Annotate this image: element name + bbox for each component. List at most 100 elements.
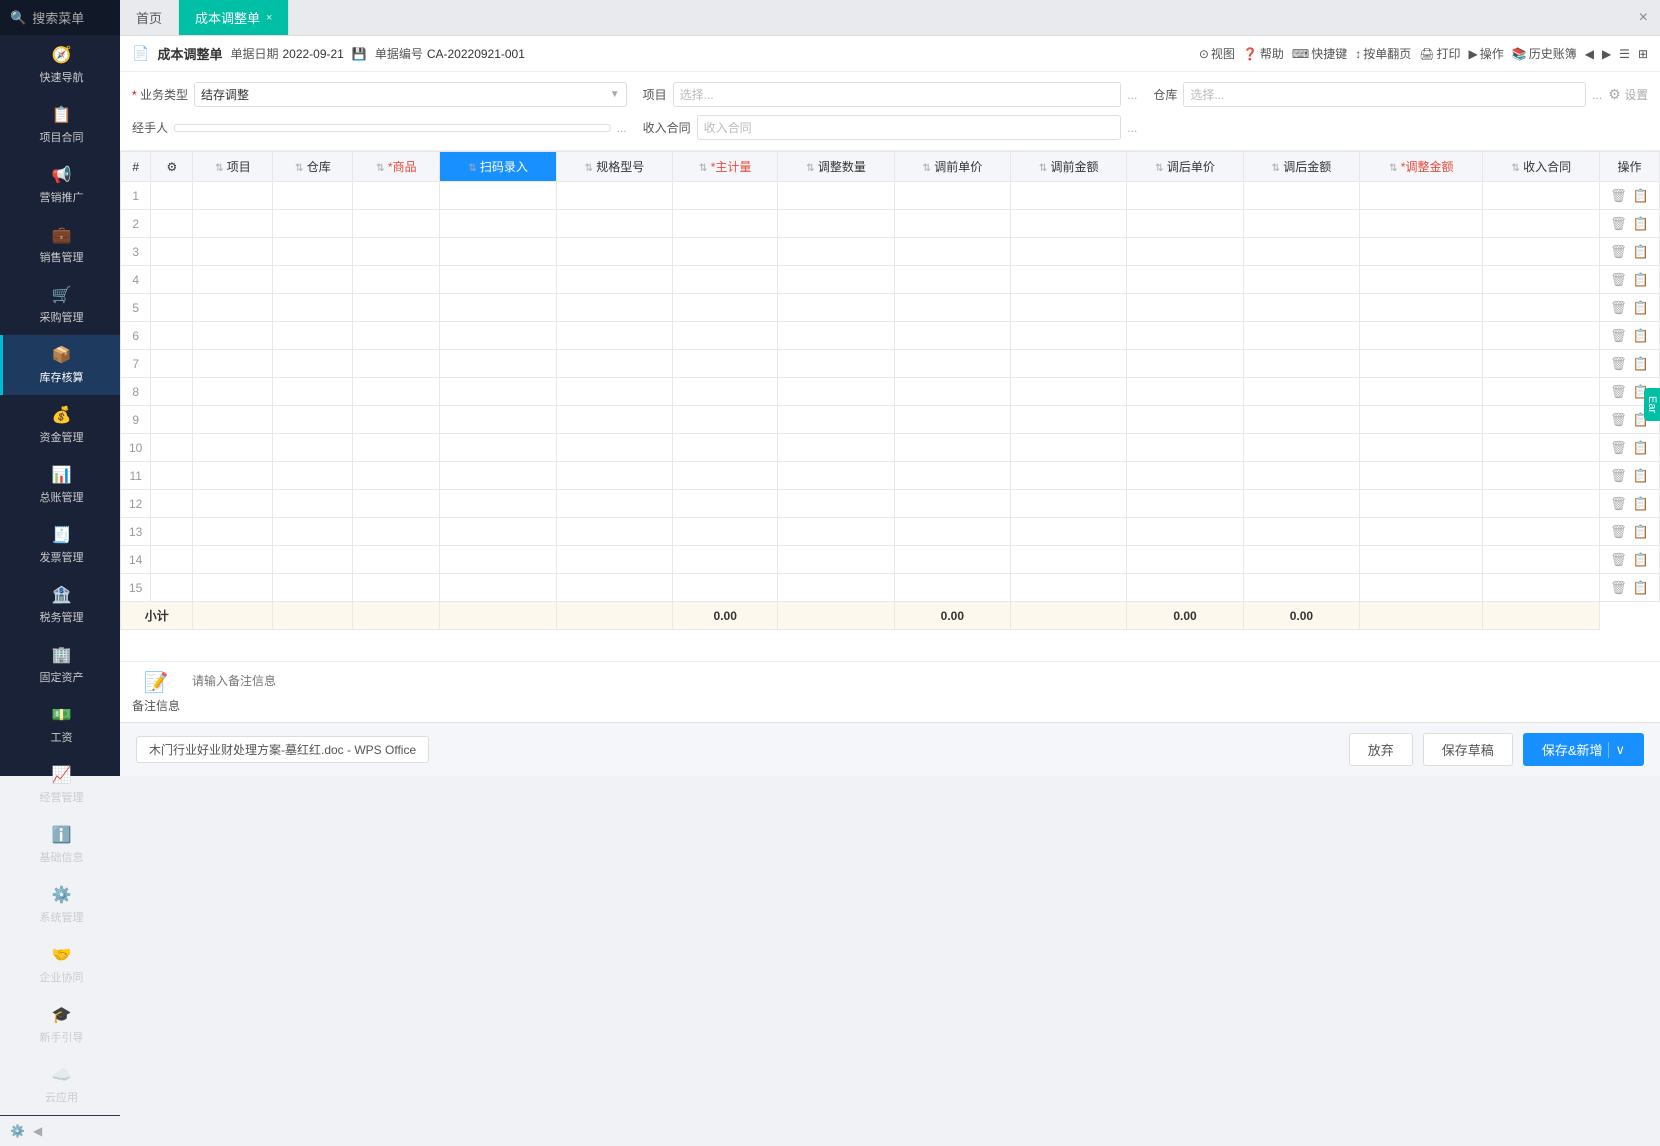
cell-product[interactable] [353, 434, 440, 462]
cell-settings[interactable] [151, 210, 193, 238]
cell-after_amount[interactable] [1243, 294, 1359, 322]
cell-spec[interactable] [556, 294, 672, 322]
sort-icon[interactable]: ⇅ [1039, 163, 1047, 174]
delete-icon[interactable]: 🗑 [1610, 524, 1627, 540]
cell-settings[interactable] [151, 182, 193, 210]
cell-scan[interactable] [440, 210, 556, 238]
cell-after_price[interactable] [1127, 378, 1243, 406]
cell-prev_amount[interactable] [1011, 182, 1127, 210]
cell-after_amount[interactable] [1243, 266, 1359, 294]
cell-adjust_amount[interactable] [1360, 546, 1483, 574]
delete-icon[interactable]: 🗑 [1610, 356, 1627, 372]
cell-prev_price[interactable] [894, 546, 1010, 574]
cell-scan[interactable] [440, 182, 556, 210]
cell-income_contract[interactable] [1483, 182, 1600, 210]
cell-prev_amount[interactable] [1011, 238, 1127, 266]
handler-select[interactable] [174, 124, 611, 132]
delete-icon[interactable]: 🗑 [1610, 384, 1627, 400]
cell-scan[interactable] [440, 490, 556, 518]
cell-unit[interactable] [673, 322, 778, 350]
cell-prev_amount[interactable] [1011, 518, 1127, 546]
copy-icon[interactable]: 📋 [1633, 216, 1649, 232]
cell-warehouse[interactable] [273, 182, 353, 210]
cell-adjust_amount[interactable] [1360, 378, 1483, 406]
cell-spec[interactable] [556, 350, 672, 378]
cell-warehouse[interactable] [273, 462, 353, 490]
cell-product[interactable] [353, 378, 440, 406]
cell-spec[interactable] [556, 546, 672, 574]
cell-product[interactable] [353, 406, 440, 434]
copy-icon[interactable]: 📋 [1633, 328, 1649, 344]
cell-after_price[interactable] [1127, 266, 1243, 294]
cell-adjust_amount[interactable] [1360, 574, 1483, 602]
cell-prev_amount[interactable] [1011, 322, 1127, 350]
cell-settings[interactable] [151, 322, 193, 350]
cell-product[interactable] [353, 546, 440, 574]
cell-project[interactable] [193, 406, 273, 434]
copy-icon[interactable]: 📋 [1633, 356, 1649, 372]
delete-icon[interactable]: 🗑 [1610, 328, 1627, 344]
copy-icon[interactable]: 📋 [1633, 188, 1649, 204]
project-select[interactable]: 选择... [673, 82, 1122, 107]
cell-settings[interactable] [151, 406, 193, 434]
cell-settings[interactable] [151, 238, 193, 266]
cell-income_contract[interactable] [1483, 574, 1600, 602]
sort-icon[interactable]: ⇅ [585, 163, 593, 174]
cell-warehouse[interactable] [273, 490, 353, 518]
delete-icon[interactable]: 🗑 [1610, 272, 1627, 288]
cell-prev_price[interactable] [894, 238, 1010, 266]
cell-scan[interactable] [440, 350, 556, 378]
cell-adjust_amount[interactable] [1360, 350, 1483, 378]
copy-icon[interactable]: 📋 [1633, 552, 1649, 568]
copy-icon[interactable]: 📋 [1633, 272, 1649, 288]
settings-icon[interactable]: ⚙️ [10, 1124, 25, 1138]
cell-scan[interactable] [440, 238, 556, 266]
handler-ellipsis[interactable]: ... [617, 121, 627, 135]
discard-button[interactable]: 放弃 [1349, 733, 1413, 766]
cell-adjust_amount[interactable] [1360, 322, 1483, 350]
cell-settings[interactable] [151, 574, 193, 602]
notes-label-btn[interactable]: 📝 备注信息 [132, 670, 180, 714]
cell-after_price[interactable] [1127, 574, 1243, 602]
cell-project[interactable] [193, 462, 273, 490]
income-contract-select[interactable]: 收入合同 [697, 115, 1122, 140]
cell-project[interactable] [193, 350, 273, 378]
nav-next-btn[interactable]: ▶ [1602, 47, 1611, 61]
warehouse-ellipsis[interactable]: ... [1592, 88, 1602, 102]
cell-income_contract[interactable] [1483, 434, 1600, 462]
cell-product[interactable] [353, 462, 440, 490]
cell-adjust_amount[interactable] [1360, 238, 1483, 266]
cell-unit[interactable] [673, 518, 778, 546]
cell-warehouse[interactable] [273, 322, 353, 350]
cell-income_contract[interactable] [1483, 210, 1600, 238]
cell-scan[interactable] [440, 462, 556, 490]
sidebar-item-sales-promo[interactable]: 📢 营销推广 [0, 155, 120, 215]
sidebar-item-ops-mgmt[interactable]: 📈 经营管理 [0, 755, 120, 815]
sidebar-item-finance[interactable]: 💰 资金管理 [0, 395, 120, 455]
sort-icon[interactable]: ⇅ [1511, 163, 1519, 174]
toggle-icon[interactable]: ◀ [33, 1124, 42, 1138]
cell-after_price[interactable] [1127, 182, 1243, 210]
cell-adjust_qty[interactable] [778, 378, 894, 406]
operation-btn[interactable]: ▶ 操作 [1468, 45, 1503, 62]
view-list-btn[interactable]: ☰ [1619, 47, 1630, 61]
sidebar-item-salary[interactable]: 💵 工资 [0, 695, 120, 755]
cell-after_price[interactable] [1127, 406, 1243, 434]
cell-prev_price[interactable] [894, 434, 1010, 462]
cell-settings[interactable] [151, 462, 193, 490]
tab-home[interactable]: 首页 [120, 0, 179, 35]
cell-adjust_amount[interactable] [1360, 518, 1483, 546]
cell-product[interactable] [353, 238, 440, 266]
sidebar-item-purchase-mgmt[interactable]: 🛒 采购管理 [0, 275, 120, 335]
business-type-select[interactable]: 结存调整 ▼ [194, 82, 627, 107]
copy-icon[interactable]: 📋 [1633, 496, 1649, 512]
delete-icon[interactable]: 🗑 [1610, 440, 1627, 456]
cell-scan[interactable] [440, 322, 556, 350]
cell-product[interactable] [353, 210, 440, 238]
cell-warehouse[interactable] [273, 574, 353, 602]
cell-settings[interactable] [151, 378, 193, 406]
cell-adjust_amount[interactable] [1360, 266, 1483, 294]
cell-settings[interactable] [151, 518, 193, 546]
cell-after_price[interactable] [1127, 490, 1243, 518]
cell-settings[interactable] [151, 350, 193, 378]
